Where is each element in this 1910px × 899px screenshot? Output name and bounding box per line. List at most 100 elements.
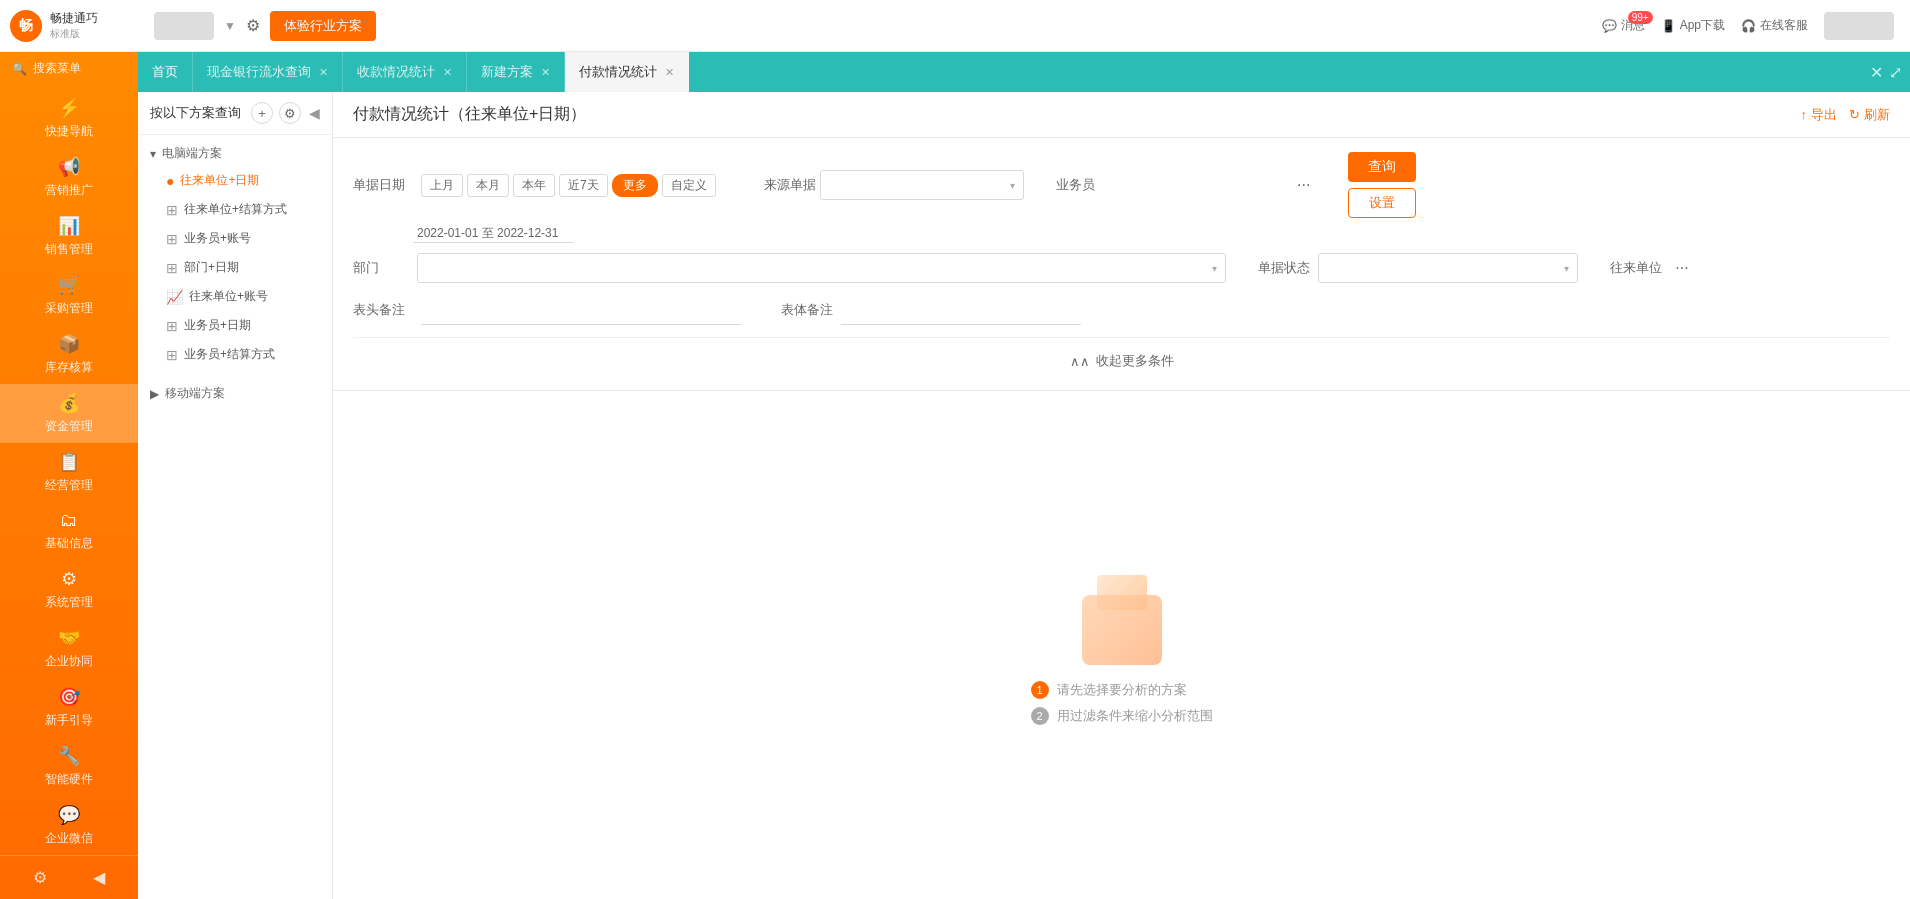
hardware-icon: 🔧 <box>58 745 80 767</box>
sidebar-item-enterprise[interactable]: 🤝 企业协同 <box>0 619 138 678</box>
source-doc-section: 来源单据 ▾ <box>764 170 1024 200</box>
add-scheme-btn[interactable]: + <box>251 102 273 124</box>
filter-row-3: 表头备注 表体备注 <box>353 295 1890 325</box>
left-panel: 按以下方案查询 + ⚙ ◀ ▾ 电脑端方案 ● 往来单位+日期 ⊞ <box>138 92 333 899</box>
headset-icon: 🎧 <box>1741 19 1756 33</box>
search-menu[interactable]: 🔍 搜索菜单 <box>0 52 138 85</box>
partner-section: 往来单位 ··· <box>1610 258 1890 278</box>
company-selector[interactable] <box>154 12 214 40</box>
page-title: 付款情况统计（往来单位+日期） <box>353 104 586 125</box>
sidebar-item-system[interactable]: ⚙ 系统管理 <box>0 560 138 619</box>
tab-payments-close[interactable]: ✕ <box>665 66 674 79</box>
dept-select[interactable]: ▾ <box>417 253 1226 283</box>
scheme-item-salesman-settlement[interactable]: ⊞ 业务员+结算方式 <box>138 340 332 369</box>
company-dropdown-arrow[interactable]: ▼ <box>224 19 236 33</box>
tab-home[interactable]: 首页 <box>138 52 193 92</box>
sidebar-item-finance[interactable]: 💰 资金管理 <box>0 384 138 443</box>
partner-more-btn[interactable]: ··· <box>1670 258 1694 278</box>
sales-icon: 📊 <box>58 215 80 237</box>
enterprise-icon: 🤝 <box>58 627 80 649</box>
sidebar-item-purchase[interactable]: 🛒 采购管理 <box>0 266 138 325</box>
partner-date-icon: ● <box>166 173 174 189</box>
empty-hints: 1 请先选择要分析的方案 2 用过滤条件来缩小分析范围 <box>1031 681 1213 725</box>
tab-receipts[interactable]: 收款情况统计 ✕ <box>343 52 467 92</box>
tab-bank[interactable]: 现金银行流水查询 ✕ <box>193 52 343 92</box>
empty-box-shape <box>1082 595 1162 665</box>
sidebar-item-wechat[interactable]: 💬 企业微信 <box>0 796 138 855</box>
collapse-filter-btn[interactable]: ∧∧ 收起更多条件 <box>353 346 1890 376</box>
scheme-item-dept-date[interactable]: ⊞ 部门+日期 <box>138 253 332 282</box>
tab-payments[interactable]: 付款情况统计 ✕ <box>565 52 689 92</box>
date-more-btn[interactable]: 更多 <box>612 174 658 197</box>
left-panel-collapse-btn[interactable]: ◀ <box>309 105 320 121</box>
date-last-month-btn[interactable]: 上月 <box>421 174 463 197</box>
partner-label: 往来单位 <box>1610 259 1662 277</box>
scheme-item-salesman-date[interactable]: ⊞ 业务员+日期 <box>138 311 332 340</box>
messages-btn[interactable]: 💬 消息 99+ <box>1602 17 1645 34</box>
sidebar-item-sales[interactable]: 📊 销售管理 <box>0 207 138 266</box>
tab-new-scheme-close[interactable]: ✕ <box>541 66 550 79</box>
dept-date-icon: ⊞ <box>166 260 178 276</box>
scheme-item-partner-settlement[interactable]: ⊞ 往来单位+结算方式 <box>138 195 332 224</box>
tab-receipts-close[interactable]: ✕ <box>443 66 452 79</box>
app-download-btn[interactable]: 📱 App下载 <box>1661 17 1725 34</box>
inventory-icon: 📦 <box>58 333 80 355</box>
tab-new-scheme[interactable]: 新建方案 ✕ <box>467 52 565 92</box>
filter-area: 单据日期 上月 本月 本年 近7天 更多 自定义 来源单据 <box>333 138 1910 391</box>
sidebar-collapse-btn[interactable]: ◀ <box>93 868 105 887</box>
date-quick-btns: 上月 本月 本年 近7天 更多 自定义 <box>421 174 716 197</box>
date-this-month-btn[interactable]: 本月 <box>467 174 509 197</box>
finance-icon: 💰 <box>58 392 80 414</box>
scheme-settings-btn[interactable]: ⚙ <box>279 102 301 124</box>
date-range-input[interactable] <box>413 224 573 243</box>
body-note-label: 表体备注 <box>781 301 833 319</box>
date-7days-btn[interactable]: 近7天 <box>559 174 608 197</box>
desktop-scheme-group: ▾ 电脑端方案 ● 往来单位+日期 ⊞ 往来单位+结算方式 ⊞ 业务员+账号 ⊞ <box>138 135 332 375</box>
expand-tab-btn[interactable]: ⤢ <box>1889 63 1902 82</box>
query-btn[interactable]: 查询 <box>1348 152 1416 182</box>
sidebar-item-operations[interactable]: 📋 经营管理 <box>0 443 138 502</box>
online-service-btn[interactable]: 🎧 在线客服 <box>1741 17 1808 34</box>
scheme-item-salesman-account[interactable]: ⊞ 业务员+账号 <box>138 224 332 253</box>
date-custom-btn[interactable]: 自定义 <box>662 174 716 197</box>
salesman-more-btn[interactable]: ··· <box>1292 175 1316 195</box>
sidebar-item-marketing[interactable]: 📢 营销推广 <box>0 148 138 207</box>
refresh-icon: ↻ <box>1849 107 1860 122</box>
sidebar-footer: ⚙ ◀ <box>0 855 138 899</box>
sidebar-item-guide[interactable]: 🎯 新手引导 <box>0 678 138 737</box>
main-area: ▼ ⚙ 体验行业方案 💬 消息 99+ 📱 App下载 🎧 在线客服 首页 <box>138 0 1910 899</box>
doc-status-select[interactable]: ▾ <box>1318 253 1578 283</box>
sidebar-item-inventory[interactable]: 📦 库存核算 <box>0 325 138 384</box>
source-doc-select[interactable]: ▾ <box>820 170 1024 200</box>
scheme-item-partner-account[interactable]: 📈 往来单位+账号 <box>138 282 332 311</box>
hint-num-2: 2 <box>1031 707 1049 725</box>
sidebar-item-hardware[interactable]: 🔧 智能硬件 <box>0 737 138 796</box>
marketing-icon: 📢 <box>58 156 80 178</box>
filter-settings-btn[interactable]: 设置 <box>1348 188 1416 218</box>
phone-icon: 📱 <box>1661 19 1676 33</box>
header-note-label: 表头备注 <box>353 301 405 319</box>
user-avatar[interactable] <box>1824 12 1894 40</box>
sidebar-item-quick-nav[interactable]: ⚡ 快捷导航 <box>0 89 138 148</box>
body-note-input[interactable] <box>841 295 1081 325</box>
system-icon: ⚙ <box>61 568 77 590</box>
date-label: 单据日期 <box>353 176 405 194</box>
body-note-section: 表体备注 <box>781 295 1081 325</box>
sidebar-settings-btn[interactable]: ⚙ <box>33 868 47 887</box>
export-btn[interactable]: ↑ 导出 <box>1801 106 1838 124</box>
scheme-item-partner-date[interactable]: ● 往来单位+日期 <box>138 166 332 195</box>
left-panel-actions: + ⚙ <box>251 102 301 124</box>
header-note-input[interactable] <box>421 295 741 325</box>
settings-icon[interactable]: ⚙ <box>246 16 260 35</box>
sidebar-item-basic-info[interactable]: 🗂 基础信息 <box>0 502 138 560</box>
refresh-btn[interactable]: ↻ 刷新 <box>1849 106 1890 124</box>
date-this-year-btn[interactable]: 本年 <box>513 174 555 197</box>
desktop-group-toggle[interactable]: ▾ 电脑端方案 <box>138 141 332 166</box>
mobile-group-toggle[interactable]: ▶ 移动端方案 <box>138 381 332 406</box>
close-all-tabs-btn[interactable]: ✕ <box>1870 63 1883 82</box>
empty-hint-1: 1 请先选择要分析的方案 <box>1031 681 1213 699</box>
tab-bank-close[interactable]: ✕ <box>319 66 328 79</box>
date-range-row <box>353 224 1890 243</box>
trial-btn[interactable]: 体验行业方案 <box>270 11 376 41</box>
guide-icon: 🎯 <box>58 686 80 708</box>
